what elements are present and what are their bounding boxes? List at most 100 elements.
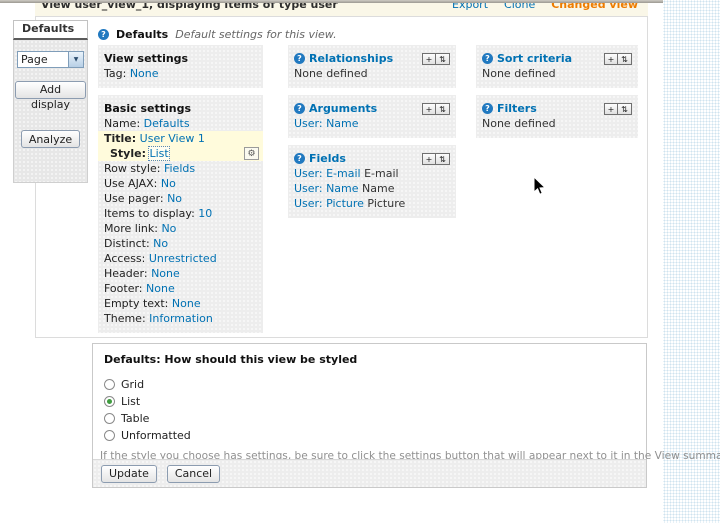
setting-row: Distinct: No <box>104 236 257 251</box>
setting-row: Use pager: No <box>104 191 257 206</box>
cancel-button[interactable]: Cancel <box>167 465 220 483</box>
setting-value-link[interactable]: 10 <box>198 207 212 220</box>
basic-settings-title: Basic settings <box>104 101 257 116</box>
rearrange-icon[interactable]: ⇅ <box>618 53 632 65</box>
setting-row: Row style: Fields <box>104 161 257 176</box>
field-link[interactable]: User: Name <box>294 182 359 195</box>
rearrange-icon[interactable]: ⇅ <box>436 103 450 115</box>
field-item: User: E-mail E-mail <box>294 166 450 181</box>
radio-option-table[interactable]: Table <box>104 410 646 427</box>
add-icon[interactable]: + <box>422 153 436 165</box>
radio-label: Grid <box>121 378 144 391</box>
fields-title-link[interactable]: Fields <box>309 151 346 166</box>
setting-value-link[interactable]: None <box>146 282 175 295</box>
setting-value-link[interactable]: No <box>161 222 176 235</box>
radio-label: Table <box>121 412 149 425</box>
arguments-box: ? Arguments + ⇅ User: Name <box>288 95 456 138</box>
rearrange-icon[interactable]: ⇅ <box>436 153 450 165</box>
add-display-button[interactable]: Add display <box>15 81 86 99</box>
add-icon[interactable]: + <box>604 53 618 65</box>
setting-row-style: Style: List ⚙ <box>98 146 263 161</box>
arguments-title-link[interactable]: Arguments <box>309 101 377 116</box>
view-title-links: Export Clone Changed view <box>452 3 648 11</box>
add-icon[interactable]: + <box>604 103 618 115</box>
setting-row: Name: Defaults <box>104 116 257 131</box>
relationships-title-link[interactable]: Relationships <box>309 51 393 66</box>
radio-label: List <box>121 395 140 408</box>
column-relationships: ? Relationships + ⇅ None defined ? Argum… <box>288 45 456 225</box>
analyze-button[interactable]: Analyze <box>21 130 80 148</box>
display-description: Default settings for this view. <box>175 28 336 41</box>
setting-value-link[interactable]: No <box>167 192 182 205</box>
help-icon[interactable]: ? <box>294 153 305 164</box>
clone-link[interactable]: Clone <box>504 3 535 11</box>
radio-option-grid[interactable]: Grid <box>104 376 646 393</box>
view-summary-panel: ? Defaults Default settings for this vie… <box>35 16 648 338</box>
sort-criteria-empty-text: None defined <box>482 66 632 81</box>
radio-icon[interactable] <box>104 379 115 390</box>
style-form-footer: Update Cancel <box>93 459 646 487</box>
field-item: User: Picture Picture <box>294 196 450 211</box>
setting-row: Theme: Information <box>104 311 257 326</box>
setting-row: More link: No <box>104 221 257 236</box>
filters-box: ? Filters + ⇅ None defined <box>476 95 638 138</box>
radio-icon[interactable] <box>104 430 115 441</box>
relationships-box: ? Relationships + ⇅ None defined <box>288 45 456 88</box>
export-link[interactable]: Export <box>452 3 488 11</box>
tab-defaults[interactable]: Defaults <box>13 20 88 40</box>
argument-item: User: Name <box>294 116 450 131</box>
view-settings-title: View settings <box>104 51 257 66</box>
help-icon[interactable]: ? <box>98 29 109 40</box>
setting-value-link[interactable]: None <box>151 267 180 280</box>
setting-value-link[interactable]: User View 1 <box>140 132 205 145</box>
rearrange-icon[interactable]: ⇅ <box>436 53 450 65</box>
field-item: User: Name Name <box>294 181 450 196</box>
setting-value-link[interactable]: No <box>161 177 176 190</box>
display-type-select[interactable]: Page ▼ <box>17 51 84 68</box>
display-type-select-value: Page <box>18 53 68 66</box>
changed-view-link[interactable]: Changed view <box>551 3 638 11</box>
setting-value-link[interactable]: No <box>153 237 168 250</box>
help-icon[interactable]: ? <box>294 53 305 64</box>
view-title: View user_view_1, displaying items of ty… <box>35 3 338 11</box>
chevron-down-icon[interactable]: ▼ <box>68 52 83 67</box>
view-title-bar: View user_view_1, displaying items of ty… <box>35 3 648 16</box>
setting-value-link[interactable]: List <box>149 147 168 160</box>
radio-icon[interactable] <box>104 396 115 407</box>
radio-option-list[interactable]: List <box>104 393 646 410</box>
help-icon[interactable]: ? <box>294 103 305 114</box>
style-settings-form: Defaults: How should this view be styled… <box>92 343 647 488</box>
setting-value-link[interactable]: Information <box>149 312 213 325</box>
sort-criteria-title-link[interactable]: Sort criteria <box>497 51 572 66</box>
radio-label: Unformatted <box>121 429 191 442</box>
basic-settings-box: Basic settings Name: Defaults Title: Use… <box>98 95 263 333</box>
display-title: Defaults <box>116 28 168 41</box>
field-link[interactable]: User: Picture <box>294 197 364 210</box>
update-button[interactable]: Update <box>101 465 157 483</box>
rearrange-icon[interactable]: ⇅ <box>618 103 632 115</box>
setting-row: Tag: None <box>104 66 257 81</box>
add-icon[interactable]: + <box>422 53 436 65</box>
radio-icon[interactable] <box>104 413 115 424</box>
column-settings: View settings Tag: None Basic settings N… <box>98 45 263 340</box>
setting-value-link[interactable]: Defaults <box>144 117 190 130</box>
sort-criteria-box: ? Sort criteria + ⇅ None defined <box>476 45 638 88</box>
radio-option-unformatted[interactable]: Unformatted <box>104 427 646 444</box>
gear-icon[interactable]: ⚙ <box>244 147 259 160</box>
help-icon[interactable]: ? <box>482 103 493 114</box>
setting-row: Header: None <box>104 266 257 281</box>
tag-label: Tag: <box>104 67 126 80</box>
setting-row: Access: Unrestricted <box>104 251 257 266</box>
setting-value-link[interactable]: Fields <box>164 162 195 175</box>
display-header: ? Defaults Default settings for this vie… <box>98 28 337 41</box>
help-icon[interactable]: ? <box>482 53 493 64</box>
argument-link[interactable]: User: Name <box>294 117 359 130</box>
display-tools-panel: Page ▼ Add display Analyze <box>13 40 88 183</box>
add-icon[interactable]: + <box>422 103 436 115</box>
field-link[interactable]: User: E-mail <box>294 167 361 180</box>
setting-value-link[interactable]: None <box>172 297 201 310</box>
setting-value-link[interactable]: Unrestricted <box>149 252 217 265</box>
view-settings-box: View settings Tag: None <box>98 45 263 88</box>
filters-title-link[interactable]: Filters <box>497 101 537 116</box>
tag-value-link[interactable]: None <box>130 67 159 80</box>
